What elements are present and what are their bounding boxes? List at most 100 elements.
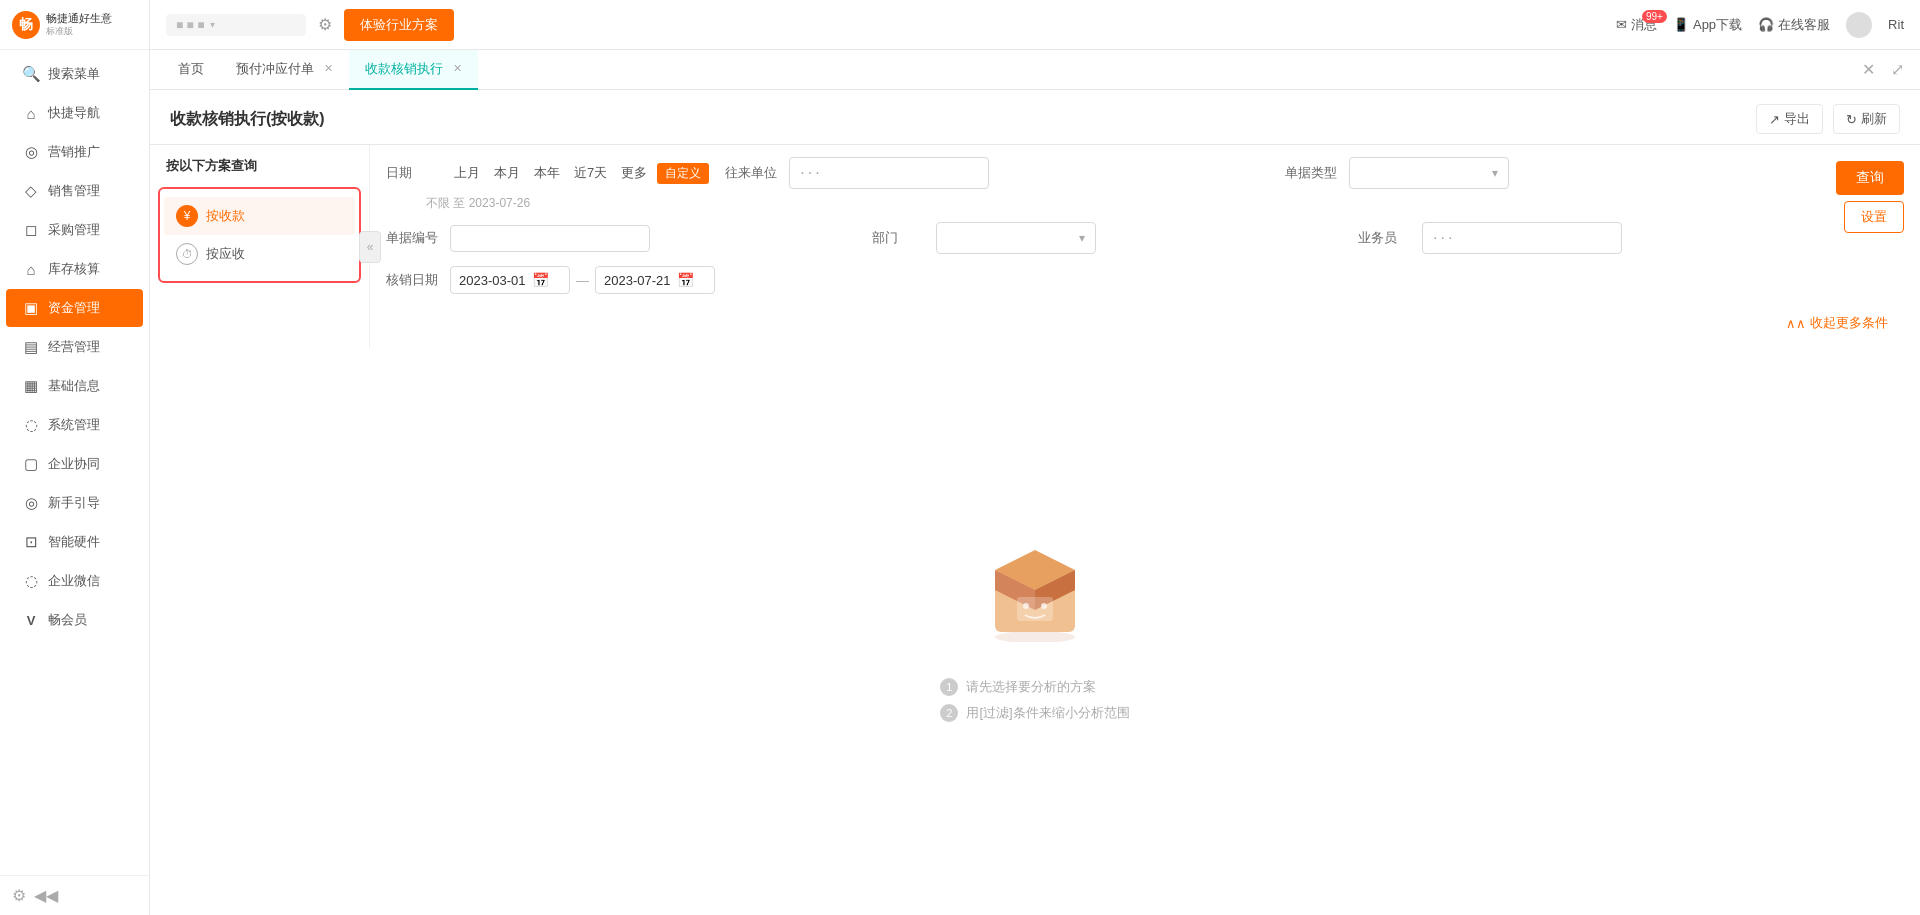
dept-group: 部门 ▾ bbox=[872, 222, 1342, 254]
sidebar-item-enterprise[interactable]: ▢ 企业协同 bbox=[6, 445, 143, 483]
tab-prepay-label: 预付冲应付单 bbox=[236, 60, 314, 78]
filter-sidebar: 按以下方案查询 ¥ 按收款 ⏱ 按应收 « bbox=[150, 145, 370, 348]
collapse-icon: ∧∧ bbox=[1786, 316, 1806, 331]
sidebar-item-shortcut[interactable]: ⌂ 快捷导航 bbox=[6, 94, 143, 132]
sidebar-menu: 🔍 搜索菜单 ⌂ 快捷导航 ◎ 营销推广 ◇ 销售管理 ◻ 采购管理 ⌂ 库存核… bbox=[0, 50, 149, 875]
message-icon: ✉ bbox=[1616, 17, 1627, 32]
sidebar-item-finance[interactable]: ▣ 资金管理 bbox=[6, 289, 143, 327]
verify-date-group: 核销日期 2023-03-01 📅 — 2023-07-21 bbox=[386, 266, 1828, 294]
counterpart-input[interactable]: ··· bbox=[789, 157, 989, 189]
message-badge: 99+ bbox=[1642, 10, 1667, 23]
app-download-action[interactable]: 📱 App下载 bbox=[1673, 16, 1742, 34]
shortcut-more[interactable]: 更多 bbox=[617, 162, 651, 184]
filter-collapse-button[interactable]: « bbox=[359, 231, 381, 263]
calendar-start-icon: 📅 bbox=[532, 272, 549, 288]
doctype-select[interactable]: ▾ bbox=[1349, 157, 1509, 189]
logo-icon: 畅 bbox=[12, 11, 40, 39]
sidebar-item-marketing[interactable]: ◎ 营销推广 bbox=[6, 133, 143, 171]
collapse-sidebar-icon[interactable]: ◀◀ bbox=[34, 886, 58, 905]
filter-by-collection[interactable]: ¥ 按收款 bbox=[164, 197, 355, 235]
dept-label: 部门 bbox=[872, 229, 928, 247]
tab-home[interactable]: 首页 bbox=[162, 50, 220, 90]
online-service-action[interactable]: 🎧 在线客服 bbox=[1758, 16, 1830, 34]
online-service-icon: 🎧 bbox=[1758, 17, 1774, 32]
date-group: 日期 上月 本月 本年 近7天 更多 自定义 bbox=[386, 162, 709, 184]
filter-box: ¥ 按收款 ⏱ 按应收 bbox=[158, 187, 361, 283]
dept-chevron-icon: ▾ bbox=[1079, 231, 1085, 245]
settings-button[interactable]: 设置 bbox=[1844, 201, 1904, 233]
sidebar-item-purchase[interactable]: ◻ 采购管理 bbox=[6, 211, 143, 249]
dept-select[interactable]: ▾ bbox=[936, 222, 1096, 254]
sidebar-item-label: 采购管理 bbox=[48, 221, 100, 239]
settings-bottom-icon[interactable]: ⚙ bbox=[12, 886, 26, 905]
sidebar-item-inventory[interactable]: ⌂ 库存核算 bbox=[6, 250, 143, 288]
docno-label: 单据编号 bbox=[386, 229, 442, 247]
doctype-group: 单据类型 ▾ bbox=[1285, 157, 1828, 189]
date-shortcuts: 上月 本月 本年 近7天 更多 自定义 bbox=[450, 162, 709, 184]
refresh-icon: ↻ bbox=[1846, 112, 1857, 127]
sidebar-item-guide[interactable]: ◎ 新手引导 bbox=[6, 484, 143, 522]
shortcut-this-month[interactable]: 本月 bbox=[490, 162, 524, 184]
tab-collection-close[interactable]: ✕ bbox=[453, 62, 462, 75]
empty-hints: 1 请先选择要分析的方案 2 用[过滤]条件来缩小分析范围 bbox=[940, 678, 1129, 722]
sidebar-item-basic[interactable]: ▦ 基础信息 bbox=[6, 367, 143, 405]
page-title: 收款核销执行(按收款) bbox=[170, 109, 325, 130]
sidebar-item-sales[interactable]: ◇ 销售管理 bbox=[6, 172, 143, 210]
sidebar-item-search[interactable]: 🔍 搜索菜单 bbox=[6, 55, 143, 93]
collapse-btn-label: 收起更多条件 bbox=[1810, 314, 1888, 332]
form-row-2: 单据编号 部门 ▾ 业务员 bbox=[386, 222, 1828, 254]
by-receivable-icon: ⏱ bbox=[176, 243, 198, 265]
sidebar-item-label: 基础信息 bbox=[48, 377, 100, 395]
svg-point-6 bbox=[1023, 603, 1029, 609]
query-button[interactable]: 查询 bbox=[1836, 161, 1904, 195]
message-action[interactable]: ✉ 消息 99+ bbox=[1616, 16, 1657, 34]
main-area: ■ ■ ■ ▾ ⚙ 体验行业方案 ✉ 消息 99+ 📱 App下载 🎧 在线客服… bbox=[150, 0, 1920, 915]
logo-text: 畅捷通好生意 bbox=[46, 11, 112, 25]
topbar-gear-icon[interactable]: ⚙ bbox=[318, 15, 332, 34]
by-collection-icon: ¥ bbox=[176, 205, 198, 227]
sidebar-item-label: 库存核算 bbox=[48, 260, 100, 278]
tab-prepay-close[interactable]: ✕ bbox=[324, 62, 333, 75]
empty-hint-1: 1 请先选择要分析的方案 bbox=[940, 678, 1129, 696]
date-custom-tag[interactable]: 自定义 bbox=[657, 163, 709, 184]
date-no-limit-text: 不限 bbox=[426, 196, 450, 210]
tab-collection[interactable]: 收款核销执行 ✕ bbox=[349, 50, 478, 90]
topbar: ■ ■ ■ ▾ ⚙ 体验行业方案 ✉ 消息 99+ 📱 App下载 🎧 在线客服… bbox=[150, 0, 1920, 50]
date-label: 日期 bbox=[386, 164, 442, 182]
logo-area: 畅 畅捷通好生意 标准版 bbox=[0, 0, 149, 50]
collapse-conditions[interactable]: ∧∧ 收起更多条件 bbox=[386, 306, 1904, 336]
doctype-label: 单据类型 bbox=[1285, 164, 1341, 182]
counterpart-group: 往来单位 ··· bbox=[725, 157, 1268, 189]
shortcut-7days[interactable]: 近7天 bbox=[570, 162, 611, 184]
tab-prepay[interactable]: 预付冲应付单 ✕ bbox=[220, 50, 349, 90]
tab-close-all-btn[interactable]: ✕ bbox=[1858, 56, 1879, 83]
solution-button[interactable]: 体验行业方案 bbox=[344, 9, 454, 41]
sidebar-item-label: 新手引导 bbox=[48, 494, 100, 512]
tab-home-label: 首页 bbox=[178, 60, 204, 78]
hardware-icon: ⊡ bbox=[22, 533, 40, 551]
docno-input[interactable] bbox=[450, 225, 650, 252]
finance-icon: ▣ bbox=[22, 299, 40, 317]
sidebar-item-hardware[interactable]: ⊡ 智能硬件 bbox=[6, 523, 143, 561]
basic-icon: ▦ bbox=[22, 377, 40, 395]
verify-date-start-input[interactable]: 2023-03-01 📅 bbox=[450, 266, 570, 294]
shortcut-this-year[interactable]: 本年 bbox=[530, 162, 564, 184]
sidebar-item-label: 畅会员 bbox=[48, 611, 87, 629]
shortcut-last-month[interactable]: 上月 bbox=[450, 162, 484, 184]
tabbar-actions: ✕ ⤢ bbox=[1858, 56, 1908, 83]
tab-expand-btn[interactable]: ⤢ bbox=[1887, 56, 1908, 83]
topbar-dropdown-icon[interactable]: ▾ bbox=[210, 19, 215, 30]
sidebar-item-operation[interactable]: ▤ 经营管理 bbox=[6, 328, 143, 366]
sidebar-item-member[interactable]: V 畅会员 bbox=[6, 601, 143, 639]
verify-date-label: 核销日期 bbox=[386, 271, 442, 289]
filter-by-receivable-label: 按应收 bbox=[206, 245, 245, 263]
export-button[interactable]: ↗ 导出 bbox=[1756, 104, 1823, 134]
sidebar-item-system[interactable]: ◌ 系统管理 bbox=[6, 406, 143, 444]
refresh-label: 刷新 bbox=[1861, 110, 1887, 128]
filter-by-receivable[interactable]: ⏱ 按应收 bbox=[164, 235, 355, 273]
verify-date-end-input[interactable]: 2023-07-21 📅 bbox=[595, 266, 715, 294]
employee-input[interactable]: ··· bbox=[1422, 222, 1622, 254]
sidebar-item-wechat[interactable]: ◌ 企业微信 bbox=[6, 562, 143, 600]
calendar-end-icon: 📅 bbox=[677, 272, 694, 288]
refresh-button[interactable]: ↻ 刷新 bbox=[1833, 104, 1900, 134]
